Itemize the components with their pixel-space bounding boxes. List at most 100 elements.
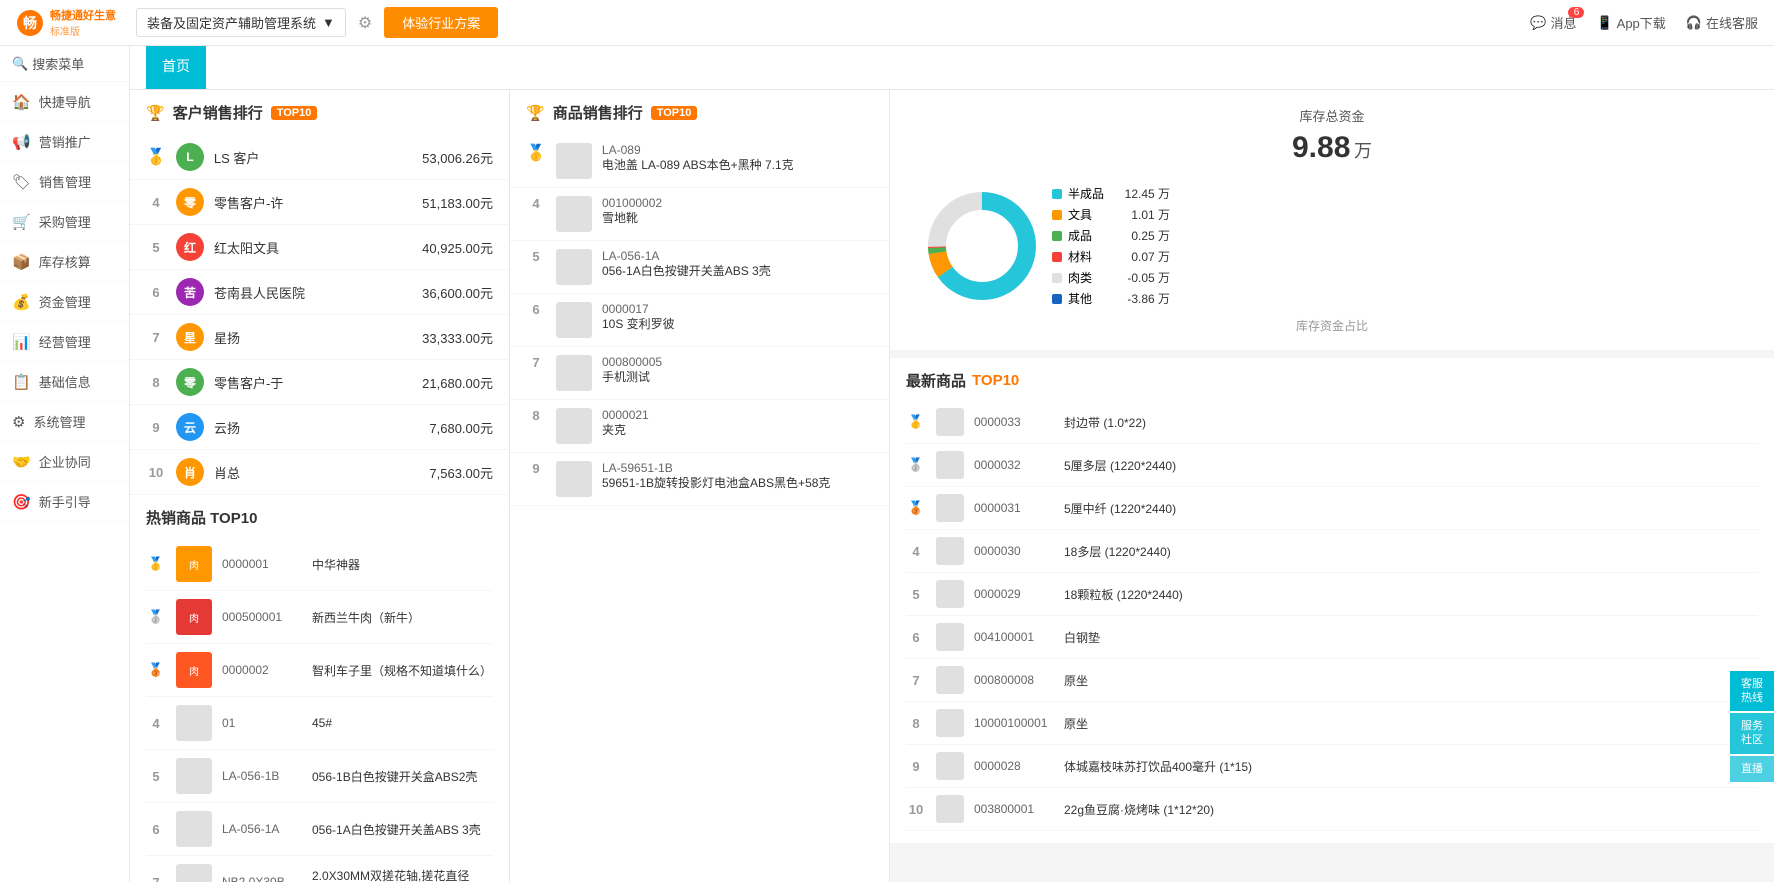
hot-products-section: 热销商品 TOP10 🥇 肉 0000001 中华神器 🥈 肉 — [130, 495, 509, 882]
avatar: 星 — [176, 323, 204, 351]
product-code: 0000033 — [974, 415, 1054, 429]
table-row: 10 肖 肖总 7,563.00元 — [130, 450, 509, 495]
product-name: 体城嘉枝味苏打饮品400毫升 (1*15) — [1064, 758, 1758, 775]
product-name: 2.0X30MM双搓花轴,搓花直径2.1MM/ROHS — [312, 867, 493, 882]
product-image — [936, 795, 964, 823]
product-code: 0000002 — [222, 663, 302, 677]
list-item: 🥇 LA-089 电池盖 LA-089 ABS本色+黑种 7.1克 — [510, 135, 889, 188]
product-name: 新西兰牛肉（新牛） — [312, 609, 493, 626]
sidebar-item-finance[interactable]: 💰 资金管理 — [0, 282, 129, 322]
table-row: 5 红 红太阳文具 40,925.00元 — [130, 225, 509, 270]
product-image: 肉 — [176, 599, 212, 635]
rank-number: 4 — [146, 716, 166, 731]
sidebar-item-system[interactable]: ⚙ 系统管理 — [0, 402, 129, 442]
sidebar-search[interactable]: 🔍 搜索菜单 — [0, 46, 129, 82]
legend-value: 1.01 万 — [1110, 206, 1170, 223]
stock-unit: 万 — [1354, 141, 1372, 161]
list-item: 7 000800005 手机测试 — [510, 347, 889, 400]
new-products-badge: TOP10 — [972, 372, 1019, 389]
product-ranking-title: 🏆 商品销售排行 TOP10 — [510, 90, 889, 135]
logo-area: 畅 畅捷通好生意 标准版 — [16, 7, 116, 38]
customer-hotline-button[interactable]: 客服热线 — [1730, 671, 1774, 712]
product-name: 056-1A白色按键开关盖ABS 3壳 — [312, 821, 493, 838]
product-code: 003800001 — [974, 802, 1054, 816]
rank-number: 6 — [906, 630, 926, 645]
table-row: 9 云 云扬 7,680.00元 — [130, 405, 509, 450]
sidebar-item-label-9: 企业协同 — [39, 452, 91, 471]
product-code: 004100001 — [974, 630, 1054, 644]
list-item: 🥇 0000033 封边带 (1.0*22) — [906, 401, 1758, 444]
chevron-down-icon: ▼ — [322, 15, 335, 30]
sidebar-item-basic-info[interactable]: 📋 基础信息 — [0, 362, 129, 402]
top-header: 畅 畅捷通好生意 标准版 装备及固定资产辅助管理系统 ▼ ⚙ 体验行业方案 💬 … — [0, 0, 1774, 46]
legend-label: 成品 — [1068, 227, 1092, 244]
sidebar-item-label-2: 销售管理 — [39, 172, 91, 191]
service-community-button[interactable]: 服务社区 — [1730, 713, 1774, 754]
live-button[interactable]: 直播 — [1730, 756, 1774, 782]
online-service-item[interactable]: 🎧 在线客服 — [1686, 13, 1758, 32]
sidebar-item-label-8: 系统管理 — [33, 412, 85, 431]
table-row: 8 零 零售客户-于 21,680.00元 — [130, 360, 509, 405]
list-item: 5 LA-056-1A 056-1A白色按键开关盖ABS 3壳 — [510, 241, 889, 294]
product-info: 0000017 10S 变利罗彼 — [602, 302, 873, 333]
system-selector[interactable]: 装备及固定资产辅助管理系统 ▼ — [136, 8, 346, 37]
sidebar-item-label-5: 资金管理 — [39, 292, 91, 311]
product-image — [936, 408, 964, 436]
product-code: LA-59651-1B — [602, 461, 873, 475]
sidebar-item-enterprise[interactable]: 🤝 企业协同 — [0, 442, 129, 482]
stock-value: 9.88 — [1292, 131, 1350, 164]
product-info: LA-056-1A 056-1A白色按键开关盖ABS 3壳 — [602, 249, 873, 280]
app-download-item[interactable]: 📱 App下载 — [1596, 13, 1665, 32]
rank-number: 🥇 — [146, 556, 166, 572]
customer-amount: 21,680.00元 — [422, 373, 493, 392]
product-name: 手机测试 — [602, 369, 873, 386]
product-image — [936, 494, 964, 522]
legend-label: 其他 — [1068, 290, 1092, 307]
sidebar-item-sales[interactable]: 🏷 销售管理 — [0, 162, 129, 202]
product-name: 原坐 — [1064, 715, 1758, 732]
rank-number: 8 — [526, 408, 546, 423]
product-info: LA-59651-1B 59651-1B旋转投影灯电池盒ABS黑色+58克 — [602, 461, 873, 492]
sidebar-item-inventory[interactable]: 📦 库存核算 — [0, 242, 129, 282]
settings-icon[interactable]: ⚙ — [358, 13, 372, 33]
trial-button[interactable]: 体验行业方案 — [384, 7, 498, 38]
product-image — [936, 623, 964, 651]
sidebar-item-purchase[interactable]: 🛒 采购管理 — [0, 202, 129, 242]
rank-number: 4 — [146, 195, 166, 210]
product-name: 056-1B白色按键开关盒ABS2壳 — [312, 768, 493, 785]
customer-amount: 40,925.00元 — [422, 238, 493, 257]
app-icon: 📱 — [1596, 15, 1612, 31]
rank-number: 5 — [146, 240, 166, 255]
customer-name: 零售客户-于 — [214, 373, 412, 392]
sidebar-item-label-3: 采购管理 — [39, 212, 91, 231]
sidebar-item-marketing[interactable]: 📢 营销推广 — [0, 122, 129, 162]
list-item: 9 LA-59651-1B 59651-1B旋转投影灯电池盒ABS黑色+58克 — [510, 453, 889, 506]
customer-amount: 33,333.00元 — [422, 328, 493, 347]
sidebar-item-operations[interactable]: 📊 经营管理 — [0, 322, 129, 362]
product-code: 0000001 — [222, 557, 302, 571]
product-code: 001000002 — [602, 196, 873, 210]
customer-name: 云扬 — [214, 418, 419, 437]
product-image — [176, 758, 212, 794]
product-name: 056-1A白色按键开关盖ABS 3壳 — [602, 263, 873, 280]
guide-icon: 🎯 — [12, 493, 31, 511]
rank-number: 6 — [146, 285, 166, 300]
sidebar-item-guide[interactable]: 🎯 新手引导 — [0, 482, 129, 522]
customer-name: 苍南县人民医院 — [214, 283, 412, 302]
customer-top10-badge: TOP10 — [271, 106, 318, 120]
product-top10-badge: TOP10 — [651, 106, 698, 120]
donut-chart-area: 半成品 12.45 万 文具 1.01 万 成品 0 — [906, 175, 1758, 317]
product-code: LA-056-1A — [602, 249, 873, 263]
float-service: 客服热线 服务社区 直播 — [1730, 671, 1774, 782]
tab-home[interactable]: 首页 — [146, 46, 206, 89]
sidebar-item-home[interactable]: 🏠 快捷导航 — [0, 82, 129, 122]
chart-legend: 半成品 12.45 万 文具 1.01 万 成品 0 — [1052, 185, 1170, 307]
product-name: 5厘多层 (1220*2440) — [1064, 457, 1758, 474]
product-image — [176, 705, 212, 741]
rank-number: 🥈 — [146, 609, 166, 625]
rank-number: 7 — [146, 330, 166, 345]
legend-value: -3.86 万 — [1110, 290, 1170, 307]
legend-color — [1052, 294, 1062, 304]
message-item[interactable]: 💬 消息 6 — [1530, 13, 1576, 32]
legend-item: 成品 0.25 万 — [1052, 227, 1170, 244]
